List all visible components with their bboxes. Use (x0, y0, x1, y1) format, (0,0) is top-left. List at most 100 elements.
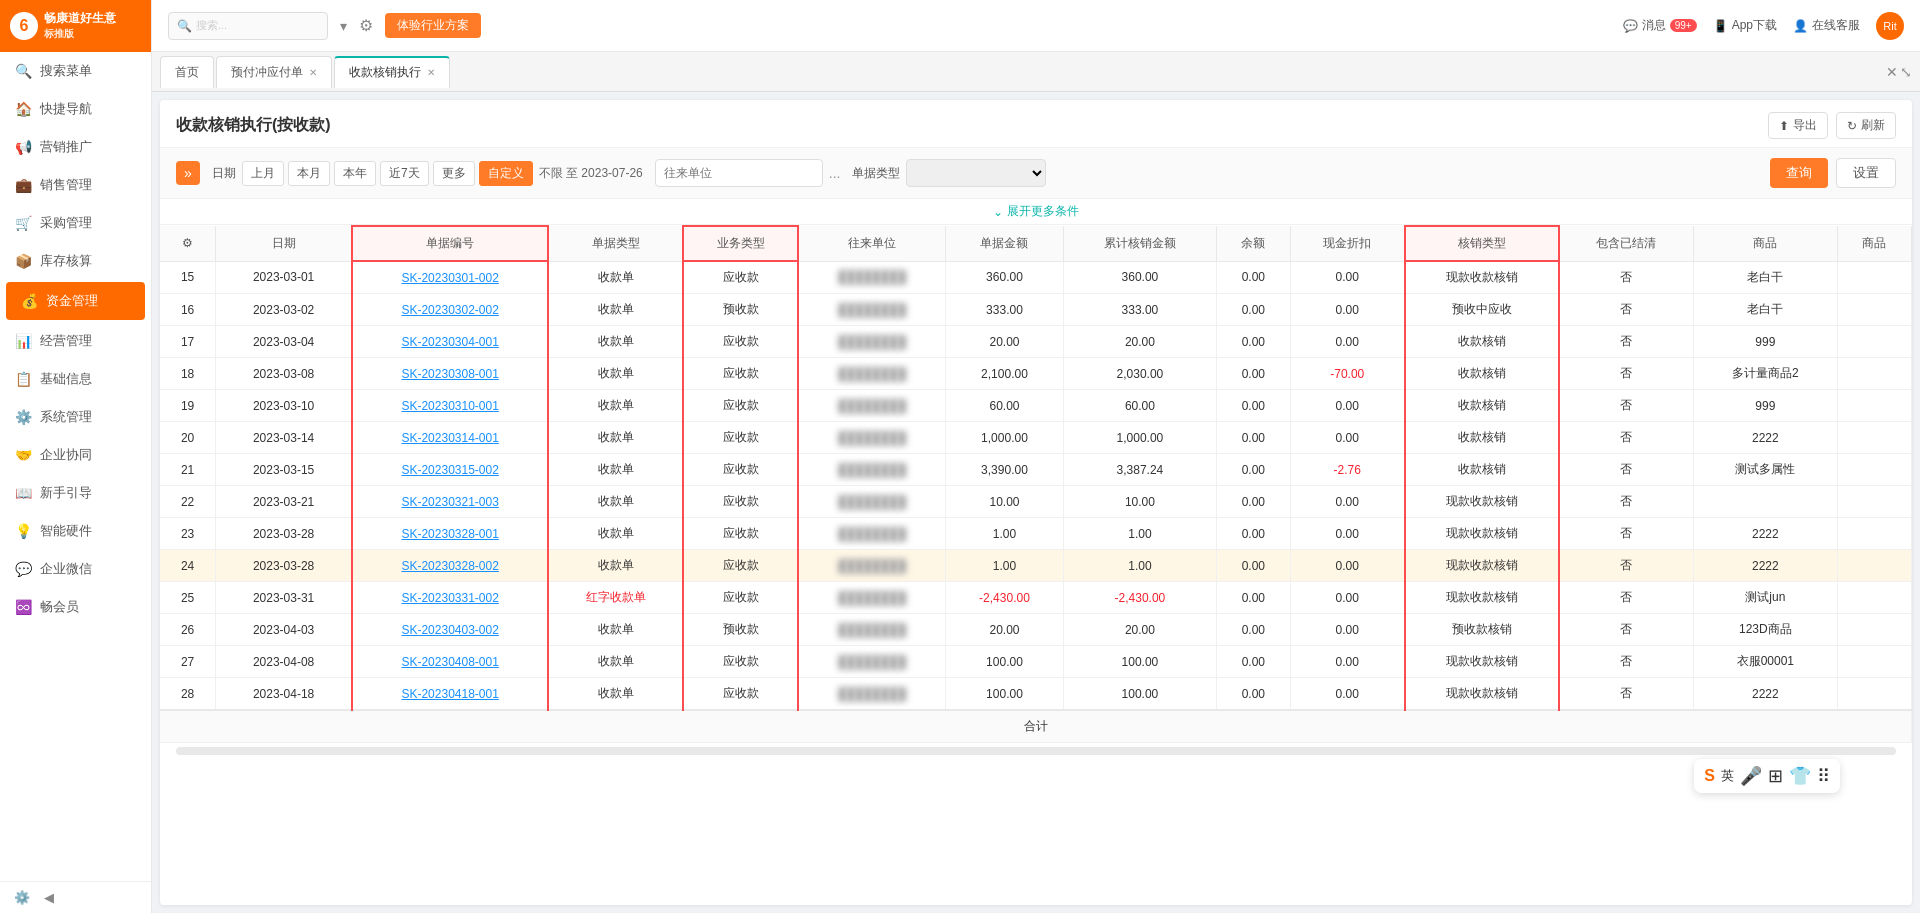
cell-doc-type: 收款单 (548, 614, 683, 646)
filter-date-btn-近7天[interactable]: 近7天 (380, 161, 429, 186)
tab-expand-button[interactable]: ⤡ (1900, 64, 1912, 80)
col-amount[interactable]: 单据金额 (946, 226, 1064, 261)
cell-goods2 (1837, 678, 1911, 711)
cell-verified: 333.00 (1063, 294, 1216, 326)
sidebar-item-basic[interactable]: 📋基础信息 (0, 360, 151, 398)
cell-goods2 (1837, 582, 1911, 614)
query-button[interactable]: 查询 (1770, 158, 1828, 188)
filter-partner-input[interactable] (655, 159, 823, 187)
sidebar-item-guide[interactable]: 📖新手引导 (0, 474, 151, 512)
filter-date-btn-本月[interactable]: 本月 (288, 161, 330, 186)
doc-no-link[interactable]: SK-20230328-001 (401, 527, 498, 541)
export-button[interactable]: ⬆ 导出 (1768, 112, 1828, 139)
refresh-button[interactable]: ↻ 刷新 (1836, 112, 1896, 139)
industry-solution-button[interactable]: 体验行业方案 (385, 13, 481, 38)
topbar-search[interactable]: 🔍 搜索... (168, 12, 328, 40)
col-partner[interactable]: 往来单位 (798, 226, 945, 261)
sidebar-item-inventory[interactable]: 📦库存核算 (0, 242, 151, 280)
cell-settled: 否 (1559, 518, 1693, 550)
col-date[interactable]: 日期 (216, 226, 352, 261)
cell-doc-no[interactable]: SK-20230328-001 (352, 518, 548, 550)
col-settled[interactable]: 包含已结清 (1559, 226, 1693, 261)
sidebar-item-hardware[interactable]: 💡智能硬件 (0, 512, 151, 550)
filter-partner-ellipsis[interactable]: ... (829, 165, 841, 181)
cell-settled: 否 (1559, 326, 1693, 358)
doc-no-link[interactable]: SK-20230328-002 (401, 559, 498, 573)
cell-doc-no[interactable]: SK-20230302-002 (352, 294, 548, 326)
filter-date-custom-button[interactable]: 自定义 (479, 161, 533, 186)
doc-no-link[interactable]: SK-20230408-001 (401, 655, 498, 669)
col-goods[interactable]: 商品 (1693, 226, 1837, 261)
sidebar-collapse-icon[interactable]: ◀ (44, 890, 54, 905)
watermark-apps: ⠿ (1817, 765, 1830, 787)
expand-more-button[interactable]: ⌄ 展开更多条件 (993, 203, 1079, 220)
sidebar-settings-icon[interactable]: ⚙️ (14, 890, 30, 905)
doc-no-link[interactable]: SK-20230302-002 (401, 303, 498, 317)
cell-doc-no[interactable]: SK-20230331-002 (352, 582, 548, 614)
online-service-group[interactable]: 👤 在线客服 (1793, 17, 1860, 34)
tab-close-collect[interactable]: ✕ (427, 67, 435, 78)
tab-home[interactable]: 首页 (160, 56, 214, 88)
sidebar-item-sales[interactable]: 💼销售管理 (0, 166, 151, 204)
doc-no-link[interactable]: SK-20230315-002 (401, 463, 498, 477)
cell-doc-no[interactable]: SK-20230304-001 (352, 326, 548, 358)
col-doc-type[interactable]: 单据类型 (548, 226, 683, 261)
col-verify-type[interactable]: 核销类型 (1405, 226, 1560, 261)
tab-payable[interactable]: 预付冲应付单✕ (216, 56, 332, 88)
doc-no-link[interactable]: SK-20230310-001 (401, 399, 498, 413)
sidebar-item-search[interactable]: 🔍搜索菜单 (0, 52, 151, 90)
col-balance[interactable]: 余额 (1216, 226, 1290, 261)
doc-no-link[interactable]: SK-20230301-002 (401, 271, 498, 285)
col-goods2[interactable]: 商品 (1837, 226, 1911, 261)
filter-date-btn-更多[interactable]: 更多 (433, 161, 475, 186)
sidebar-item-finance[interactable]: 💰资金管理 (6, 282, 145, 320)
message-icon-group[interactable]: 💬 消息 99+ (1623, 17, 1697, 34)
cell-doc-no[interactable]: SK-20230403-002 (352, 614, 548, 646)
col-verified[interactable]: 累计核销金额 (1063, 226, 1216, 261)
sidebar-item-purchase[interactable]: 🛒采购管理 (0, 204, 151, 242)
topbar-gear-icon[interactable]: ⚙ (359, 16, 373, 35)
filter-date-buttons: 上月本月本年近7天更多自定义 (242, 161, 533, 186)
doc-no-link[interactable]: SK-20230331-002 (401, 591, 498, 605)
sidebar-item-quick[interactable]: 🏠快捷导航 (0, 90, 151, 128)
filter-date-btn-上月[interactable]: 上月 (242, 161, 284, 186)
user-avatar[interactable]: Rit (1876, 12, 1904, 40)
col-biz-type[interactable]: 业务类型 (683, 226, 798, 261)
horizontal-scrollbar[interactable] (176, 747, 1896, 755)
tab-collect[interactable]: 收款核销执行✕ (334, 56, 450, 88)
doc-no-link[interactable]: SK-20230321-003 (401, 495, 498, 509)
col-discount[interactable]: 现金折扣 (1290, 226, 1404, 261)
filter-date-btn-本年[interactable]: 本年 (334, 161, 376, 186)
doc-no-link[interactable]: SK-20230403-002 (401, 623, 498, 637)
sidebar-item-wechat[interactable]: 💬企业微信 (0, 550, 151, 588)
sidebar-item-member[interactable]: ♾️畅会员 (0, 588, 151, 626)
doc-no-link[interactable]: SK-20230314-001 (401, 431, 498, 445)
cell-doc-no[interactable]: SK-20230308-001 (352, 358, 548, 390)
table-row: 162023-03-02SK-20230302-002收款单预收款███████… (160, 294, 1912, 326)
doc-no-link[interactable]: SK-20230304-001 (401, 335, 498, 349)
topbar-dropdown-icon[interactable]: ▾ (340, 18, 347, 34)
tab-close-all-button[interactable]: ✕ (1886, 64, 1898, 80)
sidebar-item-operation[interactable]: 📊经营管理 (0, 322, 151, 360)
setting-button[interactable]: 设置 (1836, 158, 1896, 188)
app-download-group[interactable]: 📱 App下载 (1713, 17, 1777, 34)
col-gear[interactable]: ⚙ (160, 226, 216, 261)
filter-voucher-select[interactable] (906, 159, 1046, 187)
filter-toggle-button[interactable]: » (176, 161, 200, 185)
cell-doc-no[interactable]: SK-20230321-003 (352, 486, 548, 518)
cell-doc-no[interactable]: SK-20230418-001 (352, 678, 548, 711)
app-download-label: App下载 (1732, 17, 1777, 34)
sidebar-item-system[interactable]: ⚙️系统管理 (0, 398, 151, 436)
cell-doc-no[interactable]: SK-20230328-002 (352, 550, 548, 582)
cell-doc-no[interactable]: SK-20230315-002 (352, 454, 548, 486)
col-doc-no[interactable]: 单据编号 (352, 226, 548, 261)
cell-doc-no[interactable]: SK-20230301-002 (352, 261, 548, 294)
sidebar-item-corp[interactable]: 🤝企业协同 (0, 436, 151, 474)
cell-doc-no[interactable]: SK-20230314-001 (352, 422, 548, 454)
tab-close-payable[interactable]: ✕ (309, 67, 317, 78)
cell-doc-no[interactable]: SK-20230310-001 (352, 390, 548, 422)
doc-no-link[interactable]: SK-20230308-001 (401, 367, 498, 381)
sidebar-item-marketing[interactable]: 📢营销推广 (0, 128, 151, 166)
cell-doc-no[interactable]: SK-20230408-001 (352, 646, 548, 678)
doc-no-link[interactable]: SK-20230418-001 (401, 687, 498, 701)
